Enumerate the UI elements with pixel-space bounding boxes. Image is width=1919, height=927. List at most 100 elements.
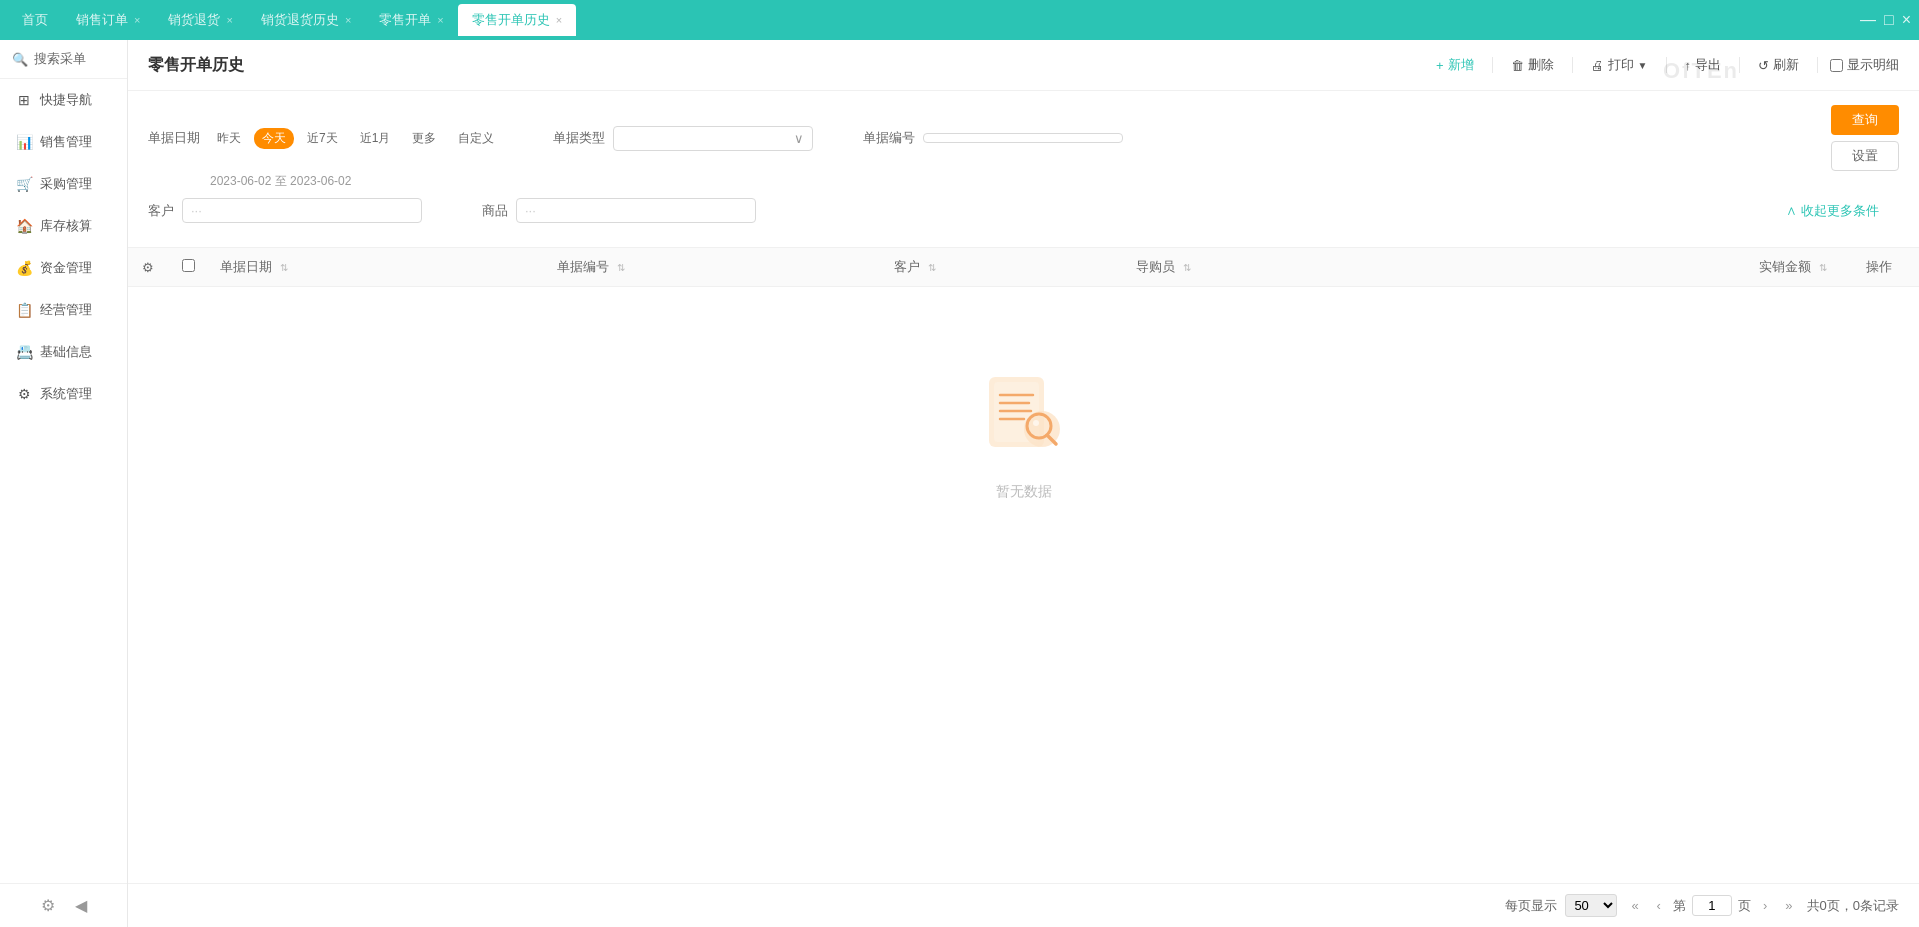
- table-col-customer[interactable]: 客户 ⇅: [882, 248, 1124, 287]
- system-icon: ⚙: [16, 386, 32, 402]
- tab-sales-order[interactable]: 销售订单 ×: [62, 4, 154, 36]
- date-filter: 昨天 今天 近7天 近1月 更多 自定义: [208, 126, 503, 151]
- tab-retail-history[interactable]: 零售开单历史 ×: [458, 4, 576, 36]
- goods-input[interactable]: ···: [516, 198, 756, 223]
- page-nav: « ‹ 第 页 › »: [1625, 895, 1798, 916]
- tab-retail-open[interactable]: 零售开单 ×: [365, 4, 457, 36]
- next-page-button[interactable]: ›: [1757, 896, 1773, 915]
- doc-type-filter-item: 单据类型 ∨: [553, 126, 813, 151]
- last-page-button[interactable]: »: [1779, 896, 1798, 915]
- doc-type-arrow-icon: ∨: [794, 131, 804, 146]
- first-page-button[interactable]: «: [1625, 896, 1644, 915]
- data-table: ⚙ 单据日期 ⇅ 单据编号 ⇅ 客户 ⇅: [128, 248, 1919, 287]
- doc-type-select[interactable]: ∨: [613, 126, 813, 151]
- query-button[interactable]: 查询: [1831, 105, 1899, 135]
- toolbar-divider-2: [1572, 57, 1573, 73]
- sidebar: 🔍 搜索采单 ⊞ 快捷导航 📊 销售管理 🛒 采购管理 🏠 库存核算 💰 资金管…: [0, 40, 128, 927]
- content-area: 零售开单历史 + 新增 🗑 删除 🖨 打印 ▼: [128, 40, 1919, 927]
- quick-nav-icon: ⊞: [16, 92, 32, 108]
- close-tab-sales-return-history[interactable]: ×: [345, 14, 351, 26]
- sidebar-item-finance[interactable]: 💰 资金管理: [0, 247, 127, 289]
- date-range-display: 2023-06-02 至 2023-06-02: [210, 174, 351, 188]
- sidebar-item-system-mgmt[interactable]: ⚙ 系统管理: [0, 373, 127, 415]
- sidebar-item-purchase-mgmt[interactable]: 🛒 采购管理: [0, 163, 127, 205]
- sales-icon: 📊: [16, 134, 32, 150]
- page-input[interactable]: [1692, 895, 1732, 916]
- sidebar-settings-icon[interactable]: ⚙: [41, 896, 55, 915]
- filter-area: 单据日期 昨天 今天 近7天 近1月 更多 自定义 单据类型 ∨: [128, 91, 1919, 248]
- filter-row-1: 单据日期 昨天 今天 近7天 近1月 更多 自定义 单据类型 ∨: [148, 105, 1899, 171]
- delete-button[interactable]: 🗑 删除: [1505, 52, 1560, 78]
- prev-page-button[interactable]: ‹: [1651, 896, 1667, 915]
- tab-sales-return-history[interactable]: 销货退货历史 ×: [247, 4, 365, 36]
- sidebar-item-operations[interactable]: 📋 经营管理: [0, 289, 127, 331]
- empty-text: 暂无数据: [996, 483, 1052, 501]
- per-page-label: 每页显示: [1505, 897, 1557, 915]
- page-label: 第: [1673, 897, 1686, 915]
- close-tab-sales-order[interactable]: ×: [134, 14, 140, 26]
- main-layout: 🔍 搜索采单 ⊞ 快捷导航 📊 销售管理 🛒 采购管理 🏠 库存核算 💰 资金管…: [0, 40, 1919, 927]
- toolbar-divider-3: [1666, 57, 1667, 73]
- customer-filter-item: 客户 ···: [148, 198, 422, 223]
- table-container: ⚙ 单据日期 ⇅ 单据编号 ⇅ 客户 ⇅: [128, 248, 1919, 883]
- window-close-button[interactable]: ×: [1902, 11, 1911, 29]
- doc-no-label: 单据编号: [863, 129, 915, 147]
- customer-input[interactable]: ···: [182, 198, 422, 223]
- sidebar-search[interactable]: 🔍 搜索采单: [0, 40, 127, 79]
- display-detail-toggle[interactable]: 显示明细: [1830, 56, 1899, 74]
- date-btn-today[interactable]: 今天: [254, 128, 294, 149]
- pagination: 每页显示 50 10 20 100 « ‹ 第 页 › » 共0页，0条记录: [128, 883, 1919, 927]
- sidebar-item-basic-info[interactable]: 📇 基础信息: [0, 331, 127, 373]
- close-tab-retail-history[interactable]: ×: [556, 14, 562, 26]
- display-detail-checkbox[interactable]: [1830, 59, 1843, 72]
- search-icon: 🔍: [12, 52, 28, 67]
- per-page-select[interactable]: 50 10 20 100: [1565, 894, 1617, 917]
- sidebar-item-quick-nav[interactable]: ⊞ 快捷导航: [0, 79, 127, 121]
- table-col-doc-date[interactable]: 单据日期 ⇅: [208, 248, 545, 287]
- table-col-doc-no[interactable]: 单据编号 ⇅: [545, 248, 882, 287]
- settings-button[interactable]: 设置: [1831, 141, 1899, 171]
- close-tab-retail-open[interactable]: ×: [437, 14, 443, 26]
- tab-home[interactable]: 首页: [8, 4, 62, 36]
- tab-bar: 首页 销售订单 × 销货退货 × 销货退货历史 × 零售开单 × 零售开单历史 …: [0, 0, 1919, 40]
- table-col-salesperson[interactable]: 导购员 ⇅: [1124, 248, 1413, 287]
- table-col-checkbox[interactable]: [168, 248, 208, 287]
- filter-row-2: 客户 ··· 商品 ··· ∧ 收起更多条件: [148, 198, 1899, 223]
- page-header: 零售开单历史 + 新增 🗑 删除 🖨 打印 ▼: [128, 40, 1919, 91]
- table-col-amount[interactable]: 实销金额 ⇅: [1502, 248, 1839, 287]
- sidebar-item-inventory[interactable]: 🏠 库存核算: [0, 205, 127, 247]
- refresh-icon: ↺: [1758, 58, 1769, 73]
- sidebar-collapse-icon[interactable]: ◀: [75, 896, 87, 915]
- export-button[interactable]: ↑ 导出: [1679, 52, 1728, 78]
- maximize-button[interactable]: □: [1884, 11, 1894, 29]
- select-all-checkbox[interactable]: [182, 259, 195, 272]
- date-btn-last7[interactable]: 近7天: [298, 126, 347, 151]
- doc-type-label: 单据类型: [553, 129, 605, 147]
- sidebar-item-sales-mgmt[interactable]: 📊 销售管理: [0, 121, 127, 163]
- tab-sales-return[interactable]: 销货退货 ×: [154, 4, 246, 36]
- date-btn-last1m[interactable]: 近1月: [351, 126, 400, 151]
- empty-icon: [974, 367, 1074, 467]
- page-suffix: 页: [1738, 897, 1751, 915]
- basic-info-icon: 📇: [16, 344, 32, 360]
- date-btn-custom[interactable]: 自定义: [449, 126, 503, 151]
- window-controls: — □ ×: [1860, 11, 1911, 29]
- collapse-button[interactable]: ∧ 收起更多条件: [1786, 202, 1899, 220]
- toolbar-divider-4: [1739, 57, 1740, 73]
- close-tab-sales-return[interactable]: ×: [226, 14, 232, 26]
- inventory-icon: 🏠: [16, 218, 32, 234]
- refresh-button[interactable]: ↺ 刷新: [1752, 52, 1805, 78]
- table-col-ops: 操作: [1839, 248, 1919, 287]
- add-button[interactable]: + 新增: [1430, 52, 1480, 78]
- date-btn-more[interactable]: 更多: [403, 126, 445, 151]
- empty-state: 暂无数据: [128, 287, 1919, 581]
- date-btn-yesterday[interactable]: 昨天: [208, 126, 250, 151]
- customer-dots: ···: [191, 203, 202, 218]
- query-buttons: 查询 设置: [1831, 105, 1899, 171]
- goods-filter-item: 商品 ···: [482, 198, 756, 223]
- table-col-settings[interactable]: ⚙: [128, 248, 168, 287]
- doc-no-input[interactable]: [923, 133, 1123, 143]
- sidebar-bottom: ⚙ ◀: [0, 883, 127, 927]
- minimize-button[interactable]: —: [1860, 11, 1876, 29]
- print-button[interactable]: 🖨 打印 ▼: [1585, 52, 1654, 78]
